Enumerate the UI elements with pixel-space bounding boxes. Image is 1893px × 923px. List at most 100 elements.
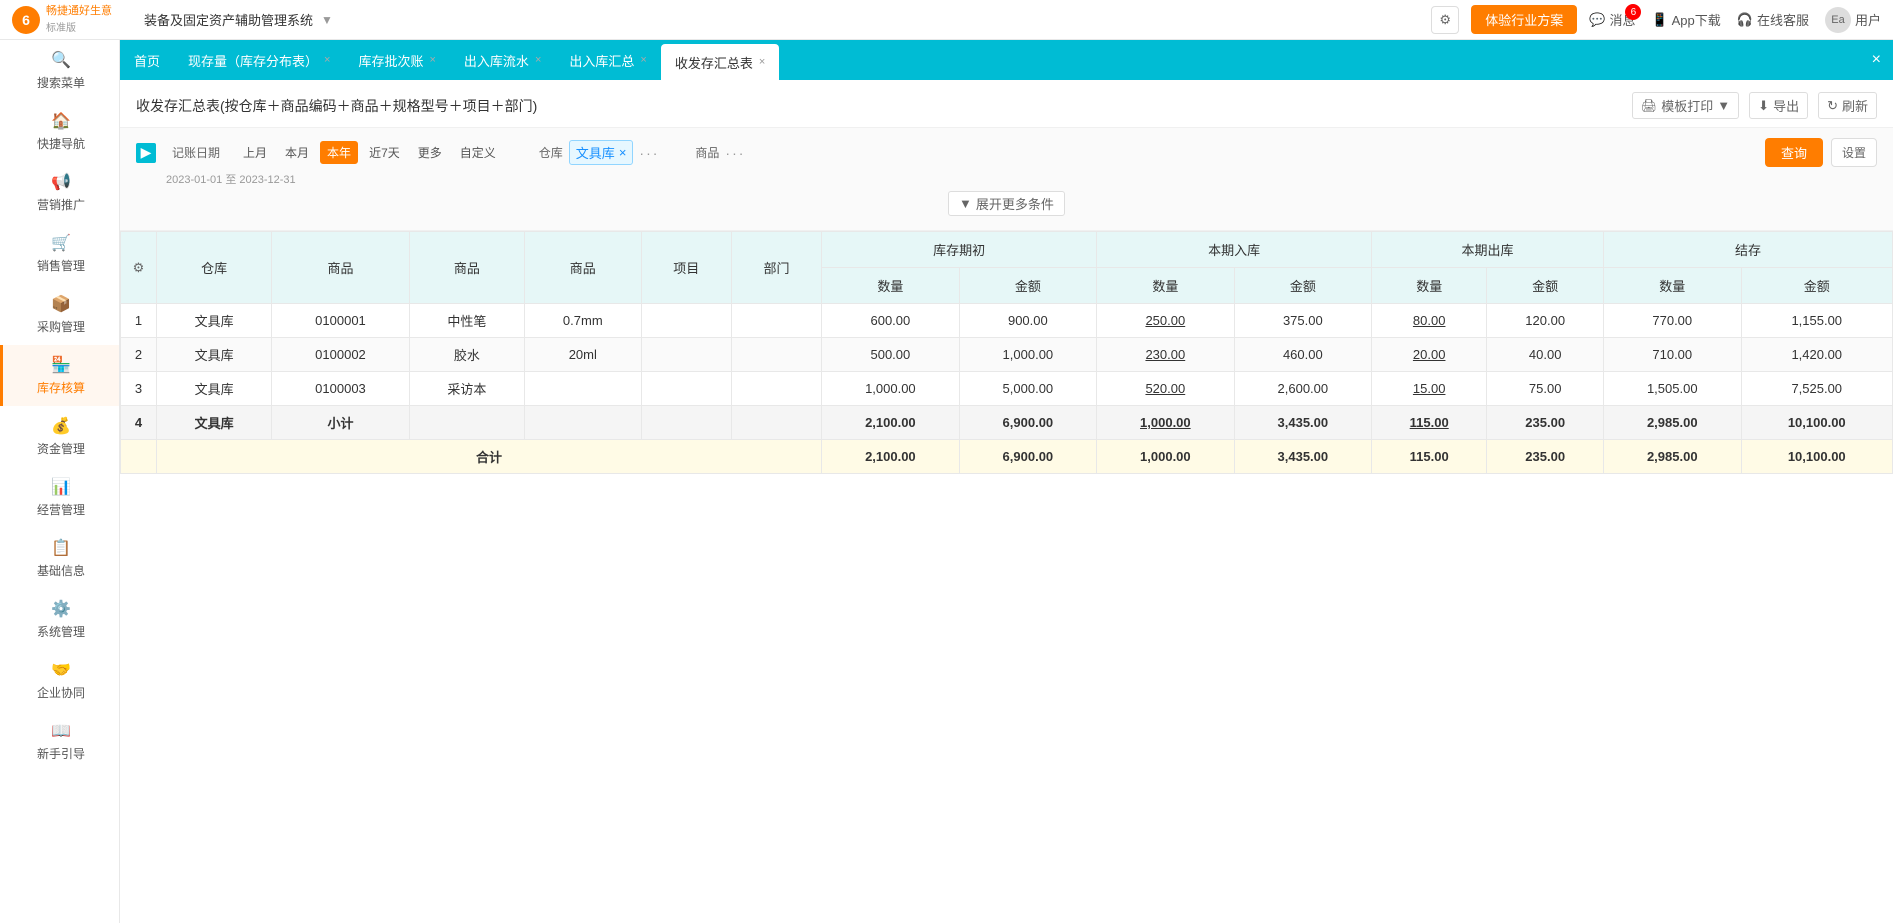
subtotal-out-qty-link[interactable]: 115.00	[1410, 415, 1449, 430]
filter-toggle-btn[interactable]: ▶	[136, 143, 156, 163]
sidebar-item-purchase[interactable]: 📦 采购管理	[0, 284, 119, 345]
col-closing-qty: 数量	[1604, 268, 1741, 304]
trial-button[interactable]: 体验行业方案	[1471, 5, 1577, 34]
tab-recv-send-close[interactable]: ×	[759, 56, 765, 68]
subtotal-project	[641, 406, 731, 440]
subtotal-out-qty[interactable]: 115.00	[1372, 406, 1487, 440]
date-btn-this-year[interactable]: 本年	[320, 141, 358, 164]
tab-home[interactable]: 首页	[120, 40, 174, 80]
sidebar-item-marketing[interactable]: 📢 营销推广	[0, 162, 119, 223]
app-download-button[interactable]: 📱 App下载	[1651, 10, 1720, 29]
messages-button[interactable]: 💬 消息 6	[1589, 10, 1635, 29]
sidebar-label-marketing: 营销推广	[37, 196, 85, 213]
settings-button[interactable]: ⚙	[1431, 6, 1459, 34]
sidebar-item-sales[interactable]: 🛒 销售管理	[0, 223, 119, 284]
row2-in-qty[interactable]: 230.00	[1097, 338, 1234, 372]
expand-label: 展开更多条件	[976, 194, 1054, 213]
date-btn-last-month[interactable]: 上月	[236, 141, 274, 164]
sidebar-item-guide[interactable]: 📖 新手引导	[0, 711, 119, 772]
tab-batch-label: 库存批次账	[358, 51, 423, 70]
col-header-goods-spec: 商品	[524, 232, 641, 304]
subtotal-in-qty-link[interactable]: 1,000.00	[1140, 415, 1191, 430]
total-in-amt: 3,435.00	[1234, 440, 1371, 474]
message-icon: 💬	[1589, 12, 1605, 28]
subtotal-closing-qty: 2,985.00	[1604, 406, 1741, 440]
tab-inout-summary-close[interactable]: ×	[640, 54, 646, 66]
warehouse-tag-close-icon[interactable]: ×	[619, 145, 627, 160]
table-settings-icon[interactable]: ⚙	[133, 260, 145, 275]
row1-out-qty[interactable]: 80.00	[1372, 304, 1487, 338]
sidebar-label-search: 搜索菜单	[37, 74, 85, 91]
row3-closing-amt: 7,525.00	[1741, 372, 1893, 406]
top-right-actions: 💬 消息 6 📱 App下载 🎧 在线客服 Ea 用户	[1589, 7, 1881, 33]
tab-recv-send[interactable]: 收发存汇总表 ×	[661, 44, 779, 80]
date-range-display: 2023-01-01 至 2023-12-31	[166, 171, 1877, 187]
search-icon: 🔍	[51, 50, 71, 70]
tab-inout-summary[interactable]: 出入库汇总 ×	[555, 40, 660, 80]
sidebar-label-basic: 基础信息	[37, 562, 85, 579]
tab-inout-flow[interactable]: 出入库流水 ×	[450, 40, 555, 80]
table-row: 2 文具库 0100002 胶水 20ml 500.00 1,000.00 23…	[121, 338, 1893, 372]
total-opening-qty: 2,100.00	[822, 440, 959, 474]
row3-goods-code: 0100003	[272, 372, 410, 406]
print-button[interactable]: 🖨 模板打印 ▼	[1632, 92, 1739, 119]
date-btn-more[interactable]: 更多	[411, 141, 449, 164]
total-out-amt: 235.00	[1487, 440, 1604, 474]
tab-batch[interactable]: 库存批次账 ×	[344, 40, 449, 80]
row2-project	[641, 338, 731, 372]
row3-out-qty[interactable]: 15.00	[1372, 372, 1487, 406]
set-button[interactable]: 设置	[1831, 138, 1877, 167]
row3-out-qty-link[interactable]: 15.00	[1413, 381, 1446, 396]
sidebar-item-basic[interactable]: 📋 基础信息	[0, 528, 119, 589]
row2-out-qty-link[interactable]: 20.00	[1413, 347, 1446, 362]
row2-out-qty[interactable]: 20.00	[1372, 338, 1487, 372]
tab-inout-flow-close[interactable]: ×	[535, 54, 541, 66]
tab-bar-close-button[interactable]: ×	[1860, 51, 1893, 69]
date-btn-this-month[interactable]: 本月	[278, 141, 316, 164]
col-group-opening: 库存期初	[822, 232, 1097, 268]
sidebar-item-enterprise[interactable]: 🤝 企业协同	[0, 650, 119, 711]
tab-inventory-dist-close[interactable]: ×	[324, 54, 330, 66]
sidebar-item-search[interactable]: 🔍 搜索菜单	[0, 40, 119, 101]
subtotal-out-amt: 235.00	[1487, 406, 1604, 440]
row3-in-qty[interactable]: 520.00	[1097, 372, 1234, 406]
row1-in-qty[interactable]: 250.00	[1097, 304, 1234, 338]
row2-closing-amt: 1,420.00	[1741, 338, 1893, 372]
tab-batch-close[interactable]: ×	[429, 54, 435, 66]
search-button[interactable]: 查询	[1765, 138, 1823, 167]
sidebar-item-finance[interactable]: 💰 资金管理	[0, 406, 119, 467]
sidebar-label-quick-nav: 快捷导航	[37, 135, 85, 152]
row3-index: 3	[121, 372, 157, 406]
date-btn-7days[interactable]: 近7天	[362, 141, 407, 164]
table-row: 3 文具库 0100003 采访本 1,000.00 5,000.00 520.…	[121, 372, 1893, 406]
sidebar-item-quick-nav[interactable]: 🏠 快捷导航	[0, 101, 119, 162]
user-button[interactable]: Ea 用户	[1825, 7, 1881, 33]
system-title-dropdown-icon[interactable]: ▼	[321, 13, 333, 27]
filter-arrow-icon[interactable]: ▶	[136, 143, 156, 163]
col-out-qty: 数量	[1372, 268, 1487, 304]
goods-more-icon[interactable]: ···	[725, 145, 745, 161]
sales-icon: 🛒	[51, 233, 71, 253]
table-settings-cell[interactable]: ⚙	[121, 232, 157, 304]
subtotal-index: 4	[121, 406, 157, 440]
warehouse-more-icon[interactable]: ···	[639, 145, 659, 161]
filter-row-main: ▶ 记账日期 上月 本月 本年 近7天 更多 自定义 仓库 文具库	[136, 138, 1877, 167]
export-button[interactable]: ⬇ 导出	[1749, 92, 1808, 119]
subtotal-in-qty[interactable]: 1,000.00	[1097, 406, 1234, 440]
row1-in-qty-link[interactable]: 250.00	[1145, 313, 1185, 328]
expand-conditions-button[interactable]: ▼ 展开更多条件	[948, 191, 1065, 216]
row2-goods-name: 胶水	[409, 338, 524, 372]
refresh-button[interactable]: ↻ 刷新	[1818, 92, 1877, 119]
row1-out-qty-link[interactable]: 80.00	[1413, 313, 1446, 328]
sidebar-item-system[interactable]: ⚙️ 系统管理	[0, 589, 119, 650]
sidebar-item-inventory[interactable]: 🏪 库存核算	[0, 345, 119, 406]
row2-in-qty-link[interactable]: 230.00	[1145, 347, 1185, 362]
tab-inventory-dist[interactable]: 现存量（库存分布表） ×	[174, 40, 344, 80]
main-layout: 🔍 搜索菜单 🏠 快捷导航 📢 营销推广 🛒 销售管理 📦 采购管理 🏪 库存核…	[0, 40, 1893, 923]
online-service-button[interactable]: 🎧 在线客服	[1737, 10, 1809, 29]
row3-in-qty-link[interactable]: 520.00	[1145, 381, 1185, 396]
sidebar-item-operation[interactable]: 📊 经营管理	[0, 467, 119, 528]
sidebar-label-purchase: 采购管理	[37, 318, 85, 335]
user-label: 用户	[1855, 10, 1881, 29]
date-btn-custom[interactable]: 自定义	[453, 141, 503, 164]
